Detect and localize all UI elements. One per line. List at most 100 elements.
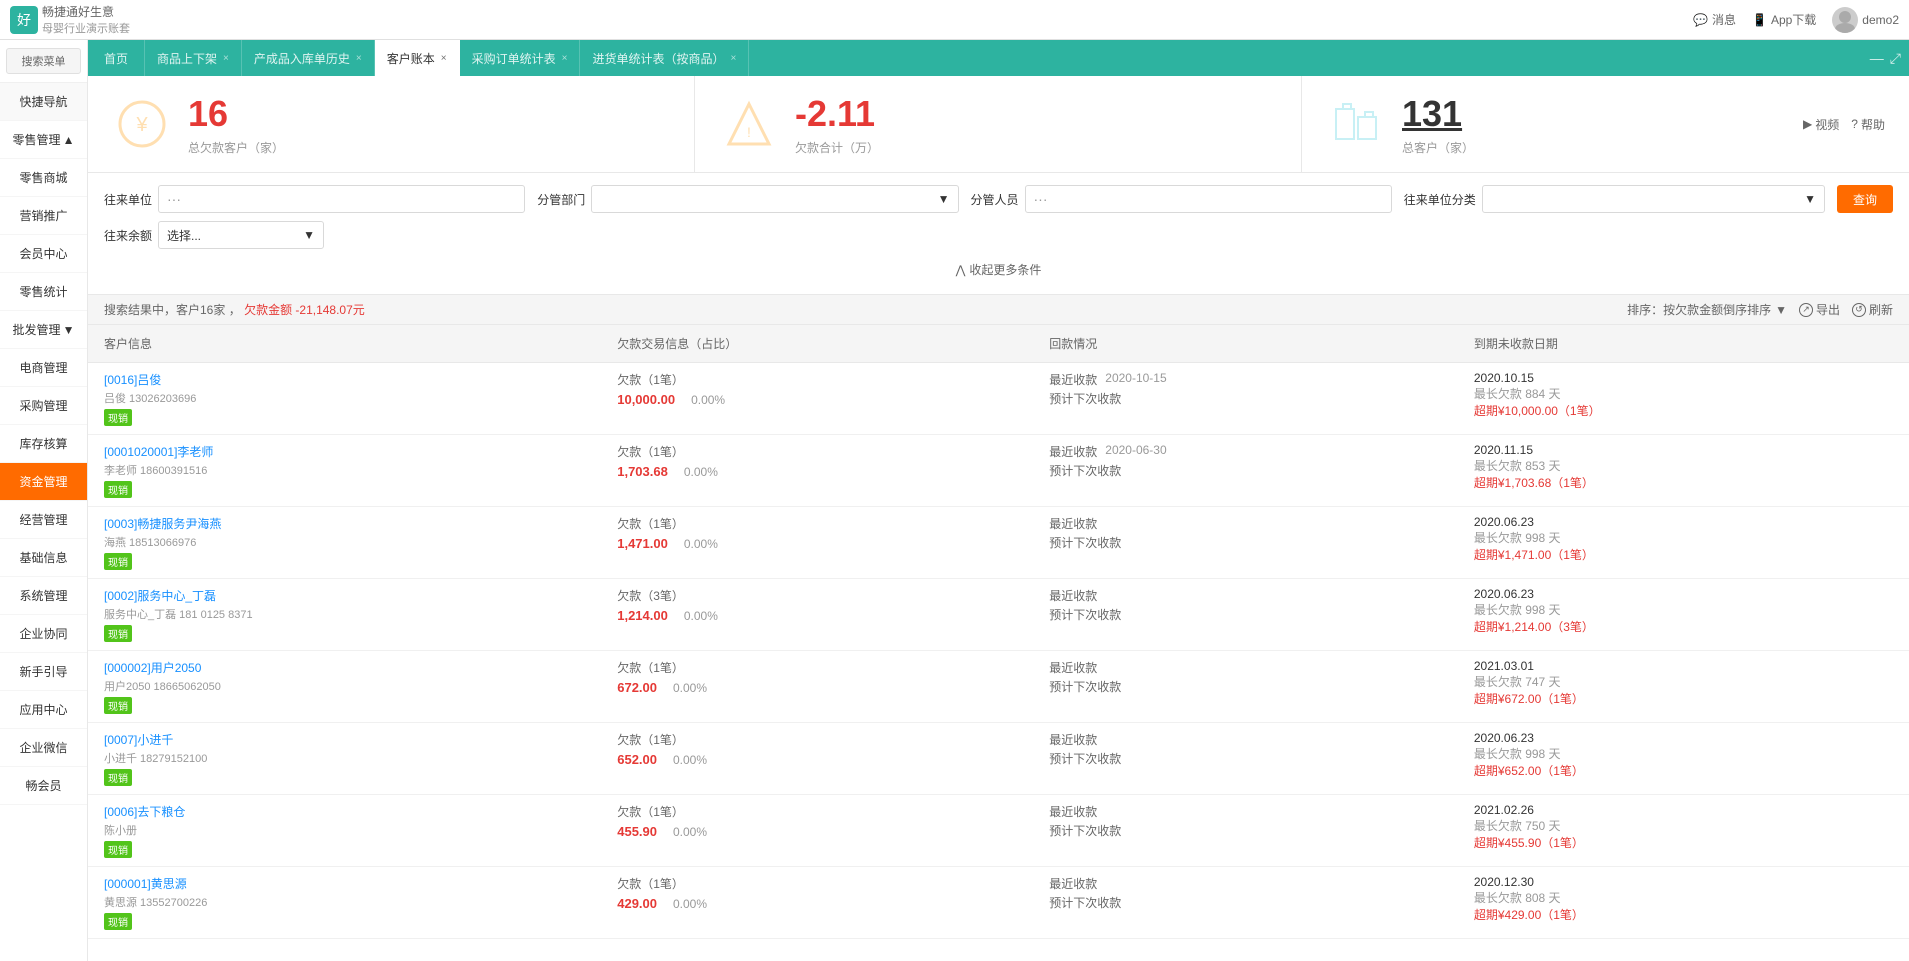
filter-category-select[interactable]: ▼ (1482, 185, 1825, 213)
overdue-amount-5[interactable]: 超期¥652.00（1笔） (1474, 762, 1893, 779)
tab-purchase-product-stats[interactable]: 进货单统计表（按商品） × (580, 40, 749, 76)
overdue-amount-4[interactable]: 超期¥672.00（1笔） (1474, 690, 1893, 707)
debt-amount-7[interactable]: 429.00 (617, 896, 657, 911)
help-label: 帮助 (1861, 116, 1885, 133)
video-label: 视频 (1815, 116, 1839, 133)
tab-product-listing[interactable]: 商品上下架 × (145, 40, 242, 76)
tab-production-history[interactable]: 产成品入库单历史 × (242, 40, 375, 76)
sidebar-item-business-mgmt[interactable]: 经营管理 (0, 501, 87, 539)
debt-amount-6[interactable]: 455.90 (617, 824, 657, 839)
customer-name-1[interactable]: [0001020001]李老师 (104, 443, 585, 460)
overdue-days-4: 最长欠款 747 天 (1474, 673, 1893, 690)
tab-minimize-btn[interactable]: — (1870, 50, 1884, 66)
overdue-amount-7[interactable]: 超期¥429.00（1笔） (1474, 906, 1893, 923)
sidebar-item-marketing[interactable]: 营销推广 (0, 197, 87, 235)
sidebar-item-vip[interactable]: 畅会员 (0, 767, 87, 805)
sidebar-item-inventory[interactable]: 库存核算 (0, 425, 87, 463)
app-icon: 📱 (1752, 13, 1767, 27)
cell-due-date-6: 2021.02.26 最长欠款 750 天 超期¥455.90（1笔） (1458, 795, 1909, 867)
debt-amount-5[interactable]: 652.00 (617, 752, 657, 767)
overdue-amount-1[interactable]: 超期¥1,703.68（1笔） (1474, 474, 1893, 491)
sidebar-item-retail-mgmt[interactable]: 零售管理 ▲ (0, 121, 87, 159)
sidebar-item-finance[interactable]: 资金管理 (0, 463, 87, 501)
customer-name-6[interactable]: [0006]去下粮仓 (104, 803, 585, 820)
filter-balance-select[interactable]: 选择... ▼ (158, 221, 324, 249)
result-amount: 欠款金额 -21,148.07元 (244, 303, 365, 317)
overdue-amount-3[interactable]: 超期¥1,214.00（3笔） (1474, 618, 1893, 635)
collection-row-next-6: 预计下次收款 (1049, 822, 1442, 839)
filter-person: 分管人员 ··· (971, 185, 1392, 213)
debt-amount-4[interactable]: 672.00 (617, 680, 657, 695)
tab-purchase-stats-close[interactable]: × (562, 53, 568, 64)
overdue-days-6: 最长欠款 750 天 (1474, 817, 1893, 834)
debt-amount-2[interactable]: 1,471.00 (617, 536, 668, 551)
user-menu[interactable]: demo2 (1832, 7, 1899, 33)
query-button[interactable]: 查询 (1837, 185, 1893, 213)
overdue-amount-0[interactable]: 超期¥10,000.00（1笔） (1474, 402, 1893, 419)
filter-counterparty-input[interactable]: ··· (158, 185, 525, 213)
video-btn[interactable]: ▶ 视频 (1803, 116, 1839, 133)
tab-production-history-close[interactable]: × (356, 53, 362, 64)
sidebar-item-enterprise[interactable]: 企业协同 (0, 615, 87, 653)
app-download-label: App下载 (1771, 11, 1816, 28)
due-date-5: 2020.06.23 (1474, 731, 1893, 745)
customer-name-0[interactable]: [0016]吕俊 (104, 371, 585, 388)
tab-home[interactable]: 首页 (88, 40, 145, 76)
sidebar-item-procurement[interactable]: 采购管理 (0, 387, 87, 425)
last-collection-label-6: 最近收款 (1049, 803, 1097, 820)
debt-amount-1[interactable]: 1,703.68 (617, 464, 668, 479)
refresh-btn[interactable]: ↺ 刷新 (1852, 301, 1893, 318)
customer-tag-2: 现销 (104, 553, 132, 570)
sidebar-item-basic-info[interactable]: 基础信息 (0, 539, 87, 577)
overdue-amount-2[interactable]: 超期¥1,471.00（1笔） (1474, 546, 1893, 563)
main-content: 首页 商品上下架 × 产成品入库单历史 × 客户账本 × 采购订单统计表 × 进… (88, 40, 1909, 961)
sidebar-item-system[interactable]: 系统管理 (0, 577, 87, 615)
tab-purchase-stats[interactable]: 采购订单统计表 × (460, 40, 581, 76)
stat-info-debt-customers: 16 总欠款客户（家） (188, 92, 670, 156)
message-btn[interactable]: 💬 消息 (1693, 11, 1736, 28)
tab-customer-account-close[interactable]: × (441, 53, 447, 64)
customer-name-2[interactable]: [0003]畅捷服务尹海燕 (104, 515, 585, 532)
tab-product-listing-label: 商品上下架 (157, 50, 217, 67)
collection-row-last-1: 最近收款 2020-06-30 (1049, 443, 1442, 460)
customer-name-3[interactable]: [0002]服务中心_丁磊 (104, 587, 585, 604)
tab-product-listing-close[interactable]: × (223, 53, 229, 64)
tab-customer-account[interactable]: 客户账本 × (375, 40, 460, 76)
cell-due-date-2: 2020.06.23 最长欠款 998 天 超期¥1,471.00（1笔） (1458, 507, 1909, 579)
tab-maximize-btn[interactable]: ⤢ (1890, 50, 1901, 67)
due-date-1: 2020.11.15 (1474, 443, 1893, 457)
stat-card-right-btns: ▶ 视频 ? 帮助 (1803, 116, 1885, 133)
debt-amount-3[interactable]: 1,214.00 (617, 608, 668, 623)
app-download-btn[interactable]: 📱 App下载 (1752, 11, 1816, 28)
collection-row-next-7: 预计下次收款 (1049, 894, 1442, 911)
filter-balance-label: 往来余额 (104, 227, 152, 244)
cell-collection-4: 最近收款 预计下次收款 (1033, 651, 1458, 723)
collapse-filter-btn[interactable]: ⋀ 收起更多条件 (104, 257, 1893, 282)
sidebar-item-quick-nav[interactable]: 快捷导航 (0, 83, 87, 121)
sidebar-item-app-center[interactable]: 应用中心 (0, 691, 87, 729)
sort-select[interactable]: 排序：按欠款金额倒序排序 ▼ (1627, 301, 1787, 318)
sidebar-item-guide[interactable]: 新手引导 (0, 653, 87, 691)
debt-pct-2: 0.00% (684, 537, 718, 551)
customer-name-5[interactable]: [0007]小进千 (104, 731, 585, 748)
search-menu-btn[interactable]: 搜索菜单 (6, 48, 81, 74)
customer-name-4[interactable]: [000002]用户2050 (104, 659, 585, 676)
stat-icon-debt-total: ! (719, 94, 779, 154)
tab-purchase-product-stats-close[interactable]: × (730, 53, 736, 64)
filter-department-select[interactable]: ▼ (591, 185, 958, 213)
sidebar-item-retail-stats[interactable]: 零售统计 (0, 273, 87, 311)
sidebar-item-wholesale-mgmt[interactable]: 批发管理 ▼ (0, 311, 87, 349)
overdue-amount-6[interactable]: 超期¥455.90（1笔） (1474, 834, 1893, 851)
customer-name-7[interactable]: [000001]黄思源 (104, 875, 585, 892)
sort-label: 排序：按欠款金额倒序排序 (1627, 301, 1771, 318)
collection-row-last-2: 最近收款 (1049, 515, 1442, 532)
filter-person-input[interactable]: ··· (1025, 185, 1392, 213)
last-collection-label-4: 最近收款 (1049, 659, 1097, 676)
sidebar-item-member-center[interactable]: 会员中心 (0, 235, 87, 273)
debt-amount-0[interactable]: 10,000.00 (617, 392, 675, 407)
sidebar-item-ecommerce[interactable]: 电商管理 (0, 349, 87, 387)
help-btn[interactable]: ? 帮助 (1851, 116, 1885, 133)
sidebar-item-retail-mall[interactable]: 零售商城 (0, 159, 87, 197)
export-btn[interactable]: ↗ 导出 (1799, 301, 1840, 318)
sidebar-item-enterprise-wechat[interactable]: 企业微信 (0, 729, 87, 767)
